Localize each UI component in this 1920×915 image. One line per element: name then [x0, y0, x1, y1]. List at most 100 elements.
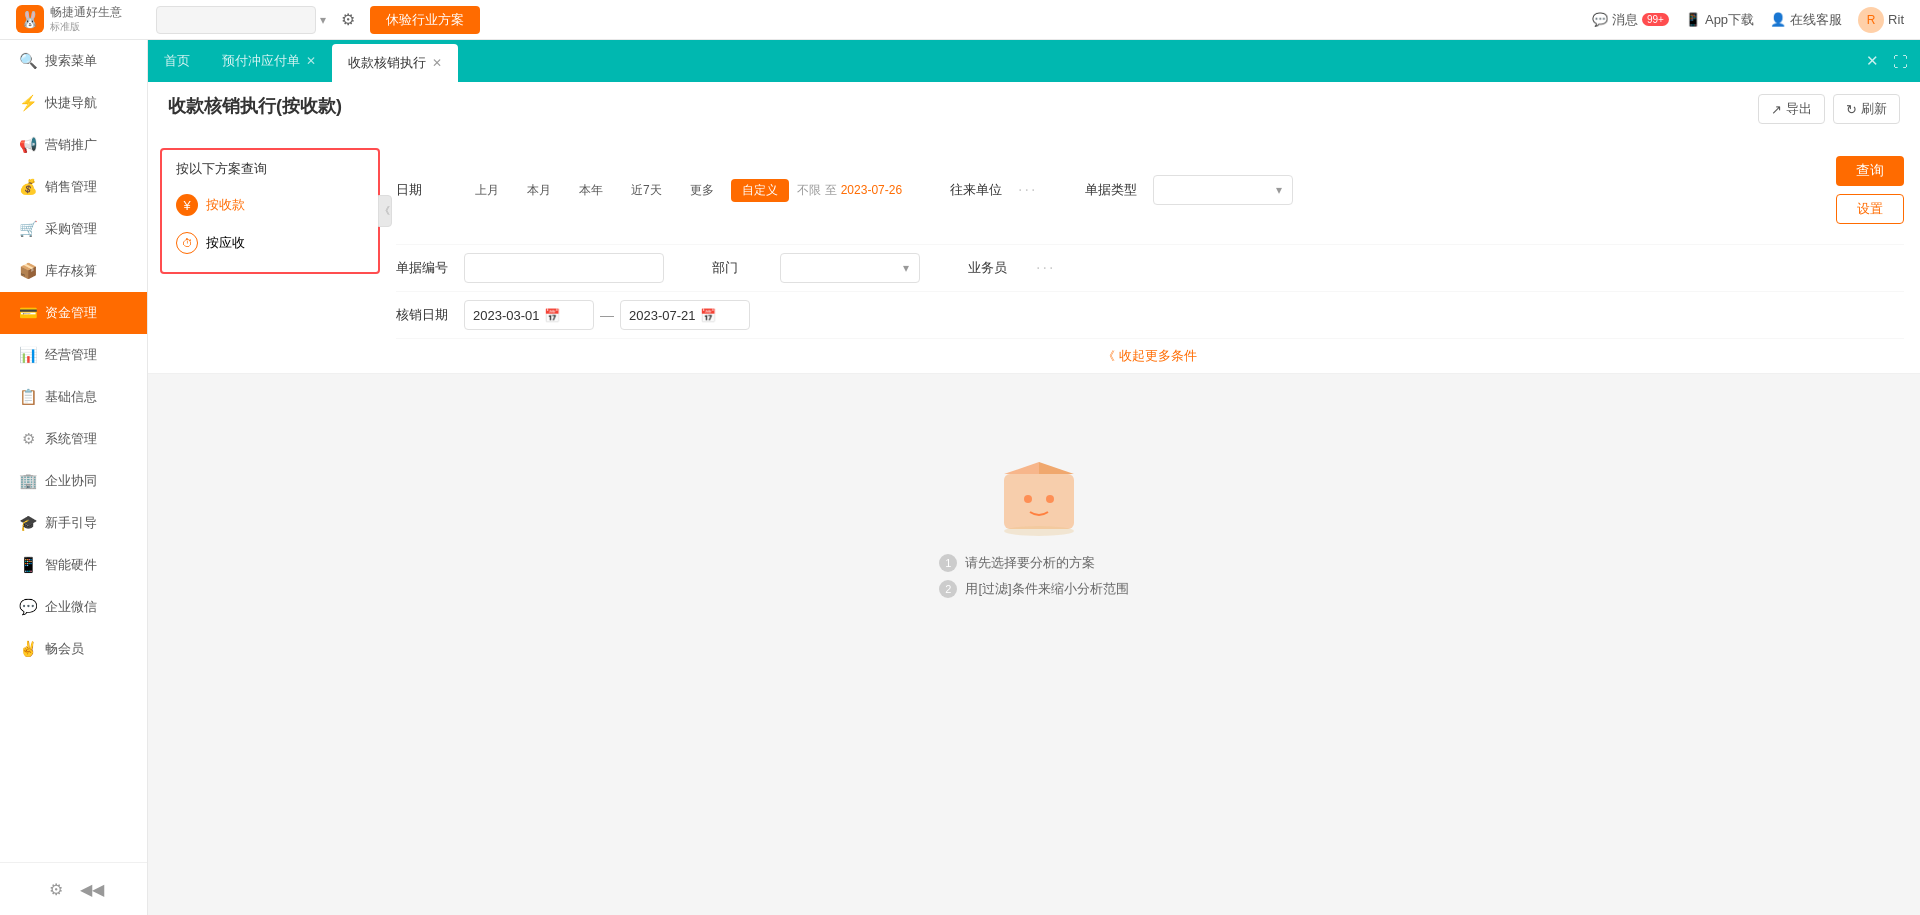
refresh-label: 刷新: [1861, 100, 1887, 118]
calendar-start-icon[interactable]: 📅: [544, 308, 560, 323]
tab-receipt[interactable]: 收款核销执行 ✕: [332, 44, 458, 82]
fullscreen-icon[interactable]: ⛶: [1889, 49, 1912, 74]
sidebar-bottom: ⚙ ◀◀: [0, 862, 147, 915]
svg-rect-0: [1004, 474, 1074, 529]
filter-row-2: 单据编号 部门 ▾ 业务员 ···: [396, 245, 1904, 292]
verify-date-label: 核销日期: [396, 306, 456, 324]
home-label: 首页: [164, 52, 190, 70]
option1-label: 按收款: [206, 196, 245, 214]
option2-label: 按应收: [206, 234, 245, 252]
partner-dots-button[interactable]: ···: [1018, 181, 1037, 199]
receivable-icon: ⏱: [176, 232, 198, 254]
tab-prepay[interactable]: 预付冲应付单 ✕: [206, 40, 332, 82]
page-header-actions: ↗ 导出 ↻ 刷新: [1758, 94, 1900, 136]
sidebar-item-sales[interactable]: 💰 销售管理: [0, 166, 147, 208]
date-btn-7days[interactable]: 近7天: [620, 179, 673, 202]
main-content: 首页 预付冲应付单 ✕ 收款核销执行 ✕ ✕ ⛶ 收款核销执行(按收款): [148, 40, 1920, 915]
verify-date-group: 核销日期 2023-03-01 📅 — 2023-07-21 📅: [396, 300, 750, 330]
query-button[interactable]: 查询: [1836, 156, 1904, 186]
close-tab-icon[interactable]: ✕: [1862, 48, 1883, 74]
system-icon: ⚙: [19, 430, 37, 448]
sidebar-item-enterprise[interactable]: 🏢 企业协同: [0, 460, 147, 502]
sidebar-item-operation[interactable]: 📊 经营管理: [0, 334, 147, 376]
svg-point-1: [1004, 526, 1074, 536]
date-nolimit-date: 2023-07-26: [841, 183, 902, 197]
date-buttons-group: 上月 本月 本年 近7天 更多 自定义: [464, 179, 789, 202]
brand-sub: 标准版: [50, 20, 122, 34]
export-button[interactable]: ↗ 导出: [1758, 94, 1825, 124]
sidebar-item-marketing[interactable]: 📢 营销推广: [0, 124, 147, 166]
settings-icon[interactable]: ⚙: [334, 6, 362, 34]
member-icon: ✌: [19, 640, 37, 658]
app-download-button[interactable]: 📱 App下载: [1685, 11, 1754, 29]
page-title: 收款核销执行(按收款): [168, 94, 342, 130]
user-info[interactable]: R Rit: [1858, 7, 1904, 33]
voucher-no-input[interactable]: [464, 253, 664, 283]
filter-row-1: 日期 上月 本月 本年 近7天 更多 自定义 不限 至: [396, 136, 1904, 245]
sidebar-collapse-button[interactable]: ◀◀: [78, 875, 106, 903]
voucher-no-label: 单据编号: [396, 259, 456, 277]
date-btn-last-month[interactable]: 上月: [464, 179, 510, 202]
date-btn-this-month[interactable]: 本月: [516, 179, 562, 202]
tab1-close-icon[interactable]: ✕: [306, 54, 316, 68]
filter-option-by-receivable[interactable]: ⏱ 按应收: [162, 224, 378, 262]
query-buttons: 查询 设置: [1836, 144, 1904, 236]
chevron-down-icon[interactable]: ▾: [320, 13, 326, 27]
sidebar-item-member[interactable]: ✌ 畅会员: [0, 628, 147, 670]
voucher-type-label: 单据类型: [1085, 181, 1145, 199]
tip-num-2: 2: [939, 580, 957, 598]
tabbar-actions: ✕ ⛶: [1862, 48, 1920, 74]
staff-dots-button[interactable]: ···: [1036, 259, 1055, 277]
filter-settings-button[interactable]: 设置: [1836, 194, 1904, 224]
collapse-more-button[interactable]: 《 收起更多条件: [396, 339, 1904, 373]
sidebar-label-quick-nav: 快捷导航: [45, 94, 97, 112]
filter-right: 日期 上月 本月 本年 近7天 更多 自定义 不限 至: [380, 136, 1920, 373]
enterprise-icon: 🏢: [19, 472, 37, 490]
filter-option-by-receipt[interactable]: ¥ 按收款: [162, 186, 378, 224]
sidebar-item-quick-nav[interactable]: ⚡ 快捷导航: [0, 82, 147, 124]
message-button[interactable]: 💬 消息 99+: [1592, 11, 1669, 29]
date-btn-more[interactable]: 更多: [679, 179, 725, 202]
filter-row-3: 核销日期 2023-03-01 📅 — 2023-07-21 📅: [396, 292, 1904, 339]
sidebar-item-finance[interactable]: 💳 资金管理: [0, 292, 147, 334]
dept-dropdown[interactable]: ▾: [780, 253, 920, 283]
empty-illustration: [984, 434, 1084, 534]
sidebar-item-basic[interactable]: 📋 基础信息: [0, 376, 147, 418]
refresh-button[interactable]: ↻ 刷新: [1833, 94, 1900, 124]
solution-button[interactable]: 休验行业方案: [370, 6, 480, 34]
tab-home[interactable]: 首页: [148, 40, 206, 82]
date-btn-custom[interactable]: 自定义: [731, 179, 789, 202]
date-btn-this-year[interactable]: 本年: [568, 179, 614, 202]
purchase-icon: 🛒: [19, 220, 37, 238]
sidebar-item-purchase[interactable]: 🛒 采购管理: [0, 208, 147, 250]
sidebar-item-hardware[interactable]: 📱 智能硬件: [0, 544, 147, 586]
sidebar-item-guide[interactable]: 🎓 新手引导: [0, 502, 147, 544]
verify-date-end-wrap[interactable]: 2023-07-21 📅: [620, 300, 750, 330]
panel-collapse-icon[interactable]: 《: [378, 195, 392, 227]
empty-tips: 1 请先选择要分析的方案 2 用[过滤]条件来缩小分析范围: [939, 554, 1128, 598]
sales-icon: 💰: [19, 178, 37, 196]
online-service-button[interactable]: 👤 在线客服: [1770, 11, 1842, 29]
search-input[interactable]: [156, 6, 316, 34]
calendar-end-icon[interactable]: 📅: [700, 308, 716, 323]
voucher-type-dropdown[interactable]: ▾: [1153, 175, 1293, 205]
dropdown-arrow-icon: ▾: [1276, 183, 1282, 197]
date-nolimit-label: 不限: [797, 182, 821, 199]
sidebar-settings-button[interactable]: ⚙: [42, 875, 70, 903]
dept-group: 部门 ▾: [712, 253, 920, 283]
sidebar-label-guide: 新手引导: [45, 514, 97, 532]
main-layout: 🔍 搜索菜单 ⚡ 快捷导航 📢 营销推广 💰 销售管理 🛒 采购管理 📦 库存核…: [0, 40, 1920, 915]
verify-date-start-wrap[interactable]: 2023-03-01 📅: [464, 300, 594, 330]
user-name: Rit: [1888, 12, 1904, 27]
sidebar-item-system[interactable]: ⚙ 系统管理: [0, 418, 147, 460]
brand-name: 畅捷通好生意: [50, 5, 122, 19]
export-icon: ↗: [1771, 102, 1782, 117]
tab2-close-icon[interactable]: ✕: [432, 56, 442, 70]
sidebar-label-enterprise: 企业协同: [45, 472, 97, 490]
sidebar-item-search[interactable]: 🔍 搜索菜单: [0, 40, 147, 82]
search-icon: 🔍: [19, 52, 37, 70]
quick-nav-icon: ⚡: [19, 94, 37, 112]
sidebar-item-wechat[interactable]: 💬 企业微信: [0, 586, 147, 628]
sidebar-item-inventory[interactable]: 📦 库存核算: [0, 250, 147, 292]
refresh-icon: ↻: [1846, 102, 1857, 117]
